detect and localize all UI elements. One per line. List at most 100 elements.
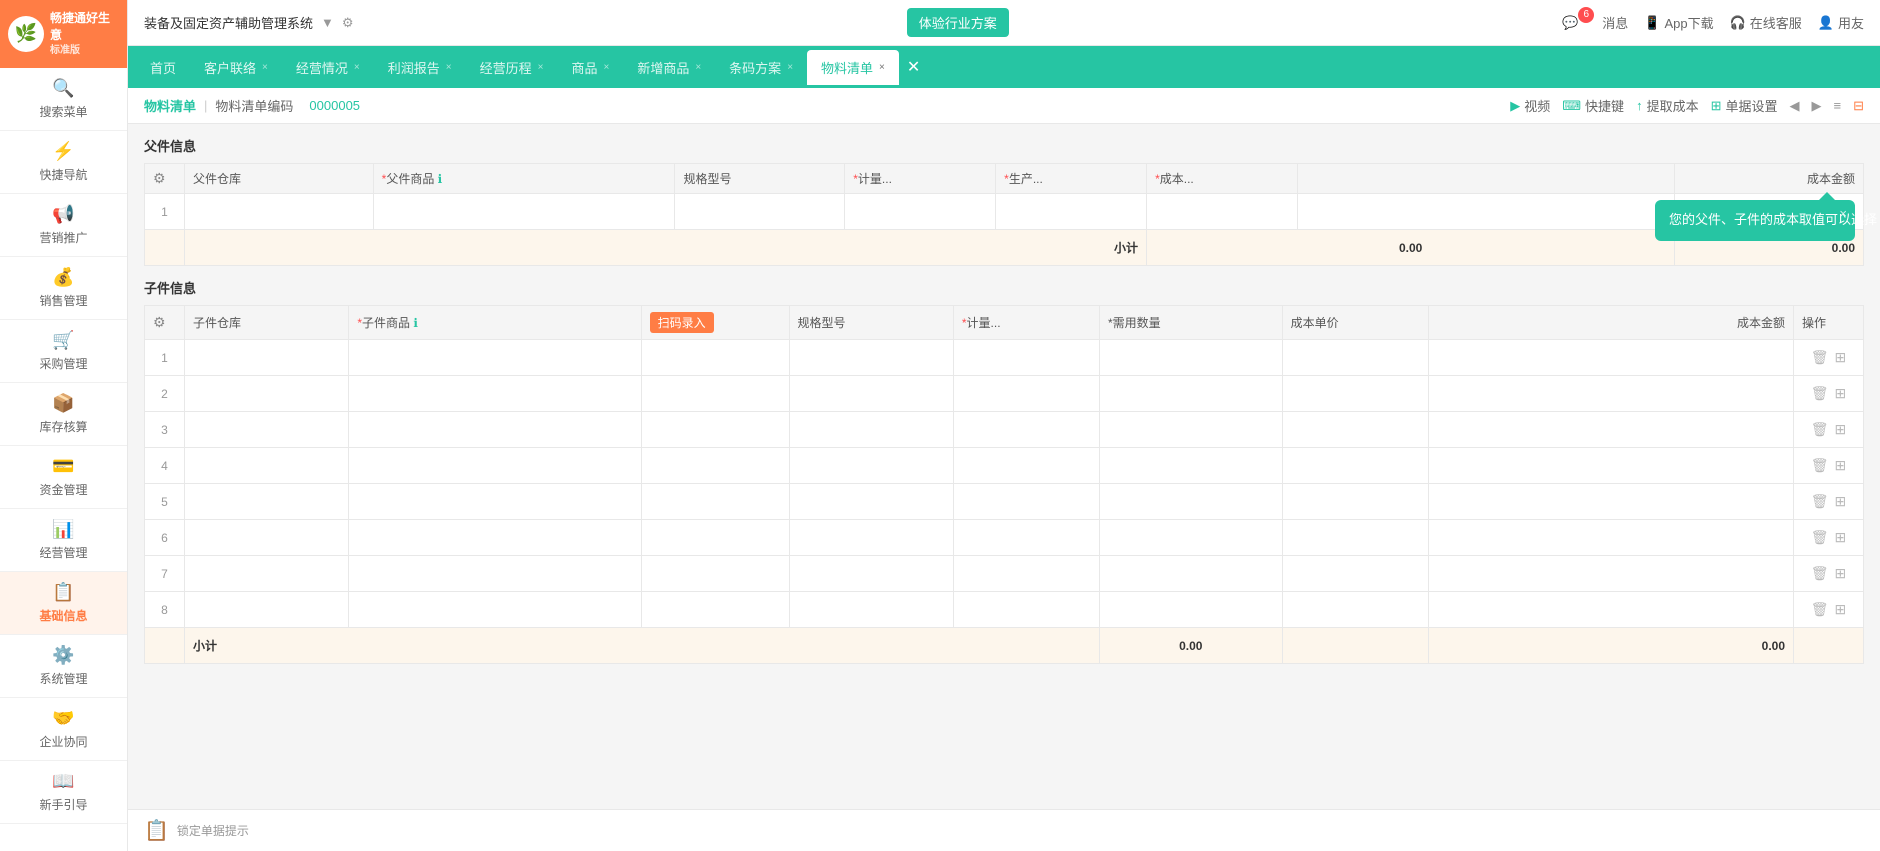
child-warehouse-5[interactable] xyxy=(185,484,349,520)
child-unit-2[interactable] xyxy=(953,376,1099,412)
parent-goods-1[interactable] xyxy=(373,194,675,230)
delete-icon-1[interactable]: 🗑 xyxy=(1811,349,1829,366)
message-item[interactable]: 💬 6 消息 xyxy=(1562,13,1628,32)
child-unit-4[interactable] xyxy=(953,448,1099,484)
tool-cost[interactable]: ↑ 提取成本 xyxy=(1636,96,1699,115)
child-warehouse-6[interactable] xyxy=(185,520,349,556)
child-unit-cost-3[interactable] xyxy=(1282,412,1428,448)
child-qty-4[interactable] xyxy=(1099,448,1282,484)
copy-icon-5[interactable]: ⊞ xyxy=(1835,493,1847,510)
tab-close-customer[interactable]: × xyxy=(262,62,268,73)
app-download-item[interactable]: 📱 App下载 xyxy=(1644,13,1713,32)
grid-view-icon[interactable]: ≡ xyxy=(1834,98,1842,113)
tab-barcode[interactable]: 条码方案 × xyxy=(715,50,807,85)
delete-icon-5[interactable]: 🗑 xyxy=(1811,493,1829,510)
copy-icon-6[interactable]: ⊞ xyxy=(1835,529,1847,546)
child-goods-7[interactable] xyxy=(349,556,641,592)
online-service-item[interactable]: 🎧 在线客服 xyxy=(1730,13,1802,32)
tab-close-new-goods[interactable]: × xyxy=(695,62,701,73)
child-unit-8[interactable] xyxy=(953,592,1099,628)
child-spec-5[interactable] xyxy=(789,484,953,520)
child-unit-5[interactable] xyxy=(953,484,1099,520)
sidebar-item-sales[interactable]: 💰 销售管理 xyxy=(0,257,127,320)
list-view-icon[interactable]: ⊟ xyxy=(1853,98,1864,114)
parent-goods-info-icon[interactable]: ℹ xyxy=(438,172,443,186)
parent-warehouse-1[interactable] xyxy=(185,194,374,230)
child-unit-6[interactable] xyxy=(953,520,1099,556)
delete-icon-4[interactable]: 🗑 xyxy=(1811,457,1829,474)
tool-view[interactable]: ▶ 视频 xyxy=(1510,96,1550,115)
nav-prev-icon[interactable]: ◀ xyxy=(1790,98,1800,114)
child-unit-cost-1[interactable] xyxy=(1282,340,1428,376)
tab-close-barcode[interactable]: × xyxy=(787,62,793,73)
child-spec-2[interactable] xyxy=(789,376,953,412)
tab-history[interactable]: 经营历程 × xyxy=(466,50,558,85)
child-spec-7[interactable] xyxy=(789,556,953,592)
child-unit-cost-5[interactable] xyxy=(1282,484,1428,520)
trial-btn[interactable]: 体验行业方案 xyxy=(907,8,1009,37)
child-goods-8[interactable] xyxy=(349,592,641,628)
child-qty-2[interactable] xyxy=(1099,376,1282,412)
child-unit-7[interactable] xyxy=(953,556,1099,592)
parent-spec-1[interactable] xyxy=(675,194,845,230)
scan-btn[interactable]: 扫码录入 xyxy=(650,312,714,333)
nav-next-icon[interactable]: ▶ xyxy=(1812,98,1822,114)
delete-icon-8[interactable]: 🗑 xyxy=(1811,601,1829,618)
sidebar-item-enterprise[interactable]: 🤝 企业协同 xyxy=(0,698,127,761)
child-spec-1[interactable] xyxy=(789,340,953,376)
child-settings-gear-icon[interactable]: ⚙ xyxy=(153,314,166,330)
copy-icon-2[interactable]: ⊞ xyxy=(1835,385,1847,402)
sidebar-item-guide[interactable]: 📖 新手引导 xyxy=(0,761,127,824)
global-close-icon[interactable]: ✕ xyxy=(907,57,920,77)
child-unit-cost-6[interactable] xyxy=(1282,520,1428,556)
child-unit-cost-8[interactable] xyxy=(1282,592,1428,628)
tab-close-history[interactable]: × xyxy=(538,62,544,73)
tab-bom[interactable]: 物料清单 × xyxy=(807,50,899,85)
tool-settings[interactable]: ⊞ 单据设置 xyxy=(1711,96,1778,115)
child-goods-6[interactable] xyxy=(349,520,641,556)
child-spec-8[interactable] xyxy=(789,592,953,628)
child-goods-3[interactable] xyxy=(349,412,641,448)
child-unit-cost-4[interactable] xyxy=(1282,448,1428,484)
tab-goods[interactable]: 商品 × xyxy=(557,50,623,85)
child-qty-1[interactable] xyxy=(1099,340,1282,376)
tab-close-operations[interactable]: × xyxy=(354,62,360,73)
parent-cost-1[interactable] xyxy=(1147,194,1298,230)
child-qty-5[interactable] xyxy=(1099,484,1282,520)
parent-unit-1[interactable] xyxy=(845,194,996,230)
child-goods-4[interactable] xyxy=(349,448,641,484)
child-warehouse-4[interactable] xyxy=(185,448,349,484)
tab-close-profit[interactable]: × xyxy=(446,62,452,73)
child-unit-cost-7[interactable] xyxy=(1282,556,1428,592)
sidebar-item-finance[interactable]: 💳 资金管理 xyxy=(0,446,127,509)
sidebar-item-inventory[interactable]: 📦 库存核算 xyxy=(0,383,127,446)
tab-close-goods[interactable]: × xyxy=(603,62,609,73)
sidebar-item-quicknav[interactable]: ⚡ 快捷导航 xyxy=(0,131,127,194)
tool-shortcut[interactable]: ⌨ 快捷键 xyxy=(1562,96,1624,115)
sidebar-item-system[interactable]: ⚙️ 系统管理 xyxy=(0,635,127,698)
tab-operations[interactable]: 经营情况 × xyxy=(282,50,374,85)
copy-icon-8[interactable]: ⊞ xyxy=(1835,601,1847,618)
child-unit-3[interactable] xyxy=(953,412,1099,448)
child-warehouse-3[interactable] xyxy=(185,412,349,448)
child-qty-8[interactable] xyxy=(1099,592,1282,628)
sidebar-item-search[interactable]: 🔍 搜索菜单 xyxy=(0,68,127,131)
tab-close-bom[interactable]: × xyxy=(879,62,885,73)
sidebar-item-purchase[interactable]: 🛒 采购管理 xyxy=(0,320,127,383)
child-spec-4[interactable] xyxy=(789,448,953,484)
user-item[interactable]: 👤 用友 xyxy=(1818,13,1864,32)
child-warehouse-7[interactable] xyxy=(185,556,349,592)
tab-profit[interactable]: 利润报告 × xyxy=(374,50,466,85)
child-unit-1[interactable] xyxy=(953,340,1099,376)
delete-icon-2[interactable]: 🗑 xyxy=(1811,385,1829,402)
child-spec-3[interactable] xyxy=(789,412,953,448)
delete-icon-3[interactable]: 🗑 xyxy=(1811,421,1829,438)
tab-home[interactable]: 首页 xyxy=(136,50,190,85)
child-qty-6[interactable] xyxy=(1099,520,1282,556)
parent-production-1[interactable] xyxy=(996,194,1147,230)
tab-new-goods[interactable]: 新增商品 × xyxy=(623,50,715,85)
child-warehouse-8[interactable] xyxy=(185,592,349,628)
copy-icon-4[interactable]: ⊞ xyxy=(1835,457,1847,474)
dropdown-arrow-icon[interactable]: ▼ xyxy=(321,15,334,30)
delete-icon-7[interactable]: 🗑 xyxy=(1811,565,1829,582)
